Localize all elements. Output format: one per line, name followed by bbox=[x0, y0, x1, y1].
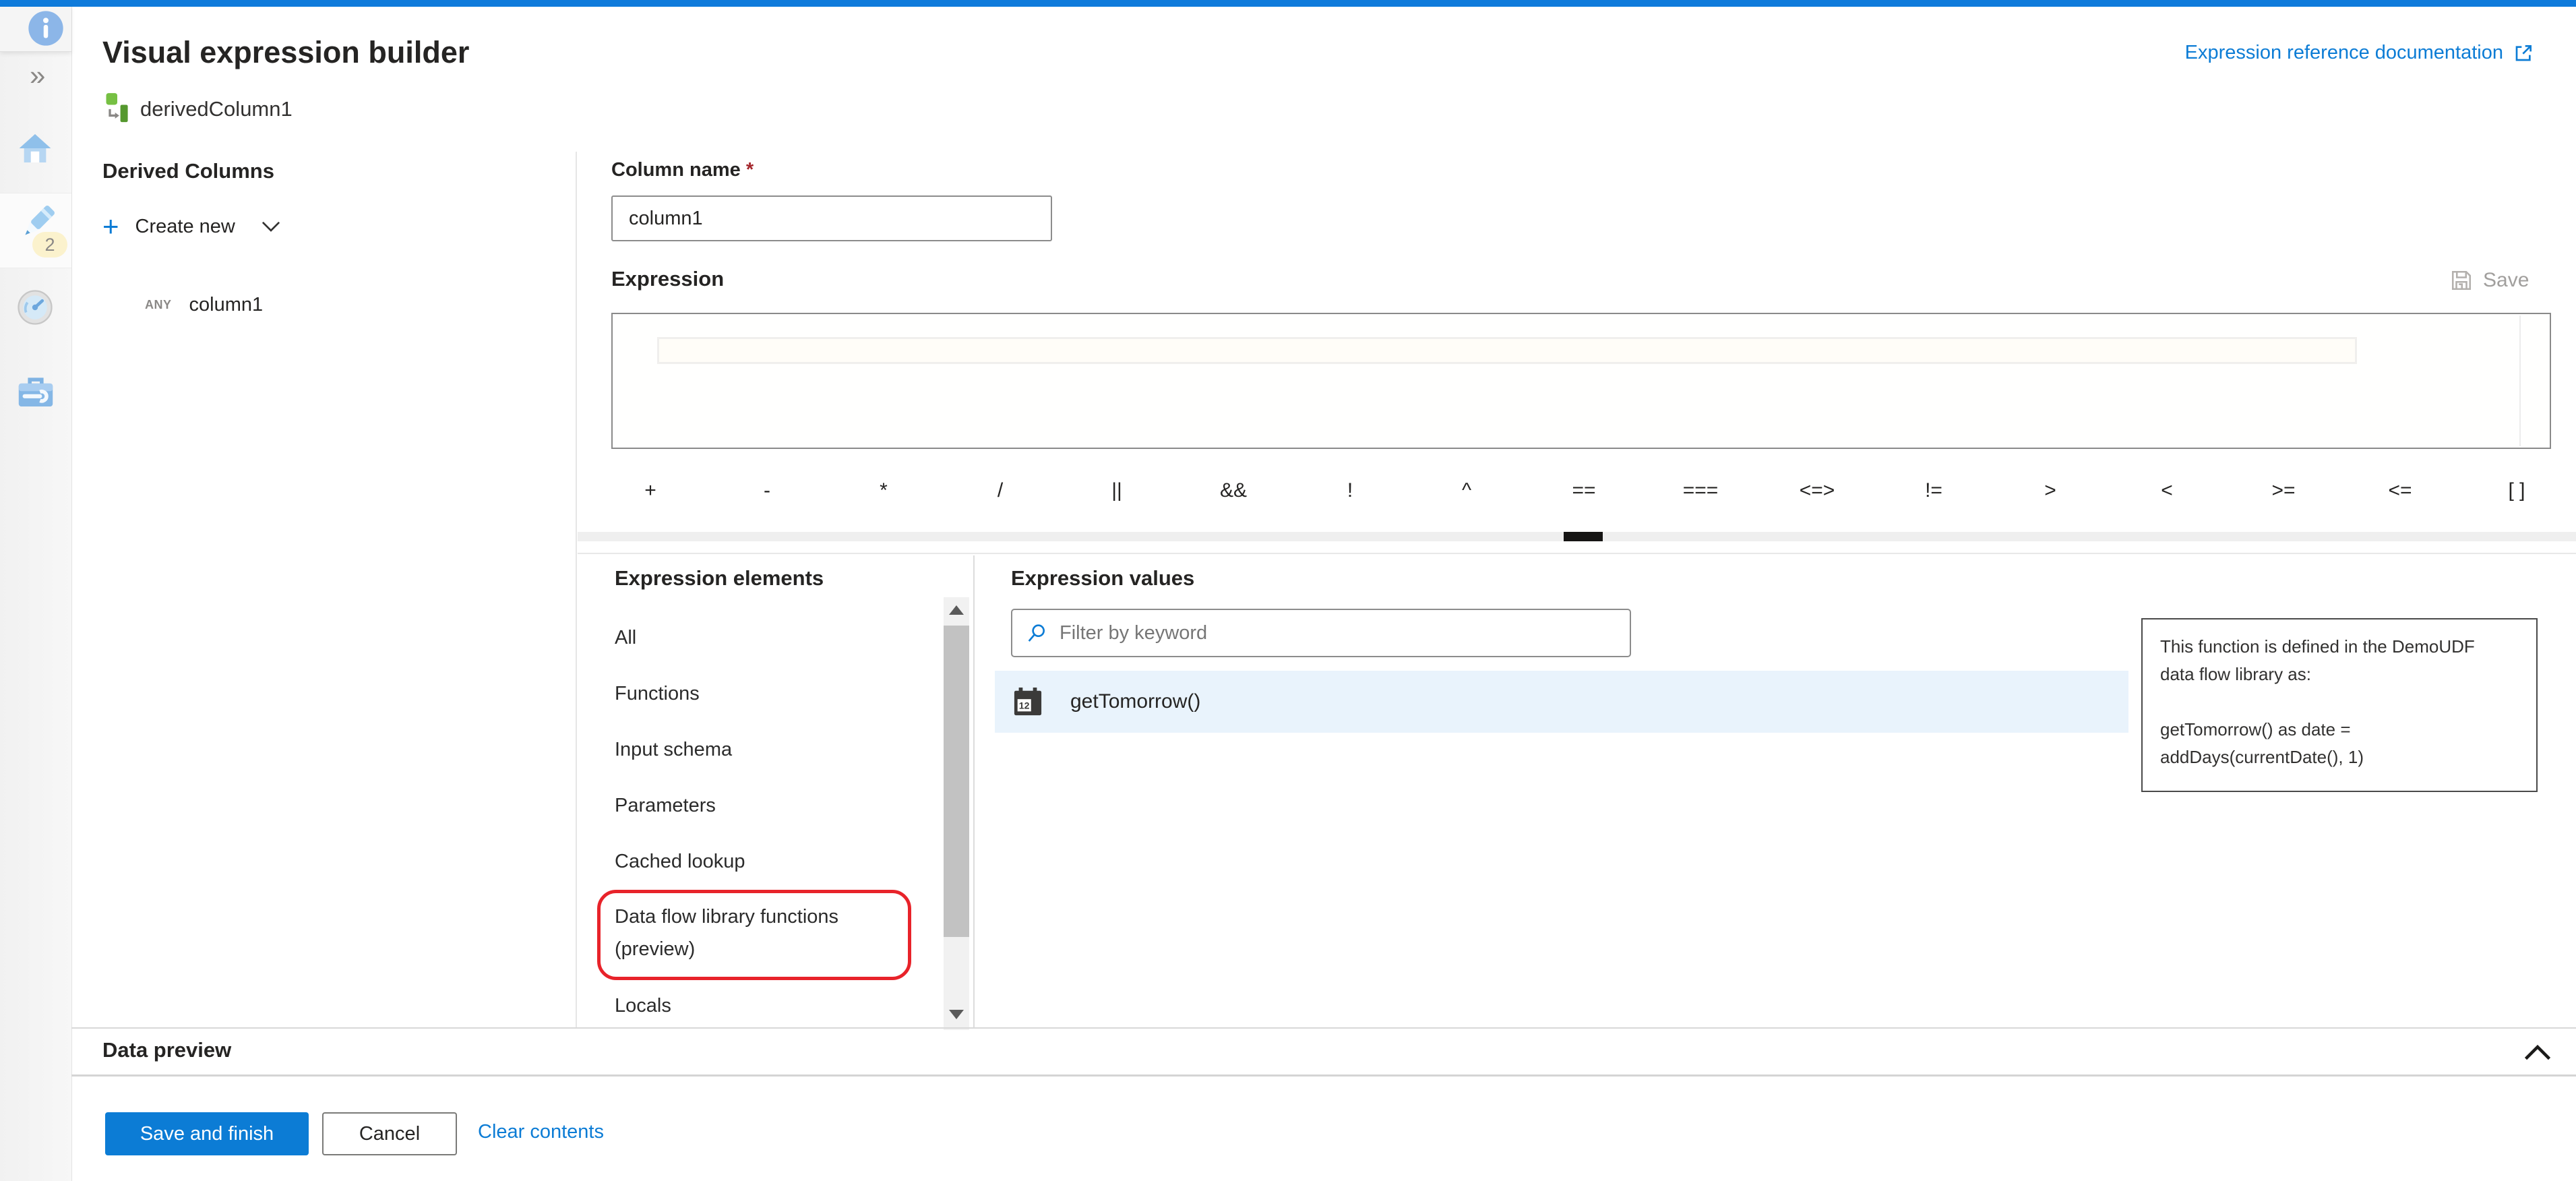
panel-divider bbox=[973, 555, 975, 1028]
scrollbar-down-arrow[interactable] bbox=[949, 1010, 964, 1019]
create-new-label: Create new bbox=[135, 215, 235, 237]
element-item-cached-lookup[interactable]: Cached lookup bbox=[615, 845, 745, 878]
doc-link-label[interactable]: Expression reference documentation bbox=[2185, 42, 2503, 64]
clear-contents-link[interactable]: Clear contents bbox=[478, 1121, 604, 1143]
home-icon[interactable] bbox=[16, 129, 54, 167]
element-item-parameters[interactable]: Parameters bbox=[615, 789, 716, 822]
required-asterisk: * bbox=[745, 159, 754, 181]
red-annotation-circle bbox=[597, 890, 911, 980]
derived-column-list-item[interactable]: ANY column1 bbox=[145, 294, 263, 316]
operator-multiply[interactable]: * bbox=[857, 473, 911, 508]
operator-and[interactable]: && bbox=[1206, 473, 1260, 508]
scrollbar-up-arrow[interactable] bbox=[949, 605, 964, 615]
operator-divide[interactable]: / bbox=[973, 473, 1027, 508]
expression-label: Expression bbox=[611, 267, 725, 291]
author-count-badge: 2 bbox=[32, 232, 67, 258]
top-accent-bar bbox=[0, 0, 2576, 7]
save-expression-button[interactable]: Save bbox=[2449, 268, 2529, 293]
operator-greater[interactable]: > bbox=[2023, 473, 2077, 508]
page-title: Visual expression builder bbox=[102, 35, 470, 69]
operator-less-equal[interactable]: <= bbox=[2373, 473, 2427, 508]
column-name: column1 bbox=[189, 294, 264, 315]
operator-less[interactable]: < bbox=[2140, 473, 2194, 508]
chevron-up-icon[interactable] bbox=[2523, 1043, 2552, 1061]
svg-text:12: 12 bbox=[1019, 700, 1030, 711]
expression-editor[interactable] bbox=[611, 313, 2551, 449]
operator-spaceship[interactable]: <=> bbox=[1790, 473, 1844, 508]
derived-column-transformation-icon bbox=[102, 92, 132, 125]
save-label: Save bbox=[2483, 269, 2529, 291]
operator-greater-equal[interactable]: >= bbox=[2257, 473, 2310, 508]
data-preview-top-border bbox=[71, 1027, 2576, 1029]
function-name: getTomorrow() bbox=[1070, 690, 1201, 713]
operator-not[interactable]: ! bbox=[1323, 473, 1377, 508]
editor-scrollbar-divider bbox=[2519, 315, 2521, 446]
create-new-button[interactable]: + Create new bbox=[102, 210, 281, 242]
monitor-gauge-icon[interactable] bbox=[16, 289, 54, 326]
expression-editor-active-line[interactable] bbox=[657, 337, 2357, 364]
manage-toolbox-icon[interactable] bbox=[15, 371, 57, 410]
filter-input-container bbox=[1011, 609, 1631, 657]
expression-values-heading: Expression values bbox=[1011, 566, 1195, 590]
operator-equals[interactable]: == bbox=[1557, 473, 1611, 508]
operator-brackets[interactable]: [ ] bbox=[2490, 473, 2544, 508]
operator-active-indicator bbox=[1564, 532, 1603, 541]
column-name-input[interactable] bbox=[611, 195, 1052, 241]
operator-or[interactable]: || bbox=[1090, 473, 1144, 508]
operator-strict-equals[interactable]: === bbox=[1674, 473, 1727, 508]
chevron-down-icon bbox=[262, 221, 280, 232]
visual-expression-builder-window: » 2 Visual expression builder derivedCol… bbox=[0, 0, 2576, 1181]
operator-xor[interactable]: ^ bbox=[1440, 473, 1494, 508]
function-list-item-selected[interactable]: 12 getTomorrow() bbox=[995, 671, 2128, 733]
external-link-icon bbox=[2515, 44, 2532, 61]
element-item-functions[interactable]: Functions bbox=[615, 677, 700, 710]
left-panel-divider bbox=[576, 152, 577, 1028]
save-and-finish-button[interactable]: Save and finish bbox=[105, 1112, 309, 1155]
search-icon bbox=[1028, 624, 1045, 642]
element-item-input-schema[interactable]: Input schema bbox=[615, 733, 732, 766]
info-icon[interactable] bbox=[27, 9, 65, 47]
filter-keyword-input[interactable] bbox=[1058, 621, 1616, 645]
expand-rail-icon[interactable]: » bbox=[30, 59, 45, 92]
element-item-locals[interactable]: Locals bbox=[615, 990, 671, 1022]
operator-plus[interactable]: + bbox=[623, 473, 677, 508]
element-item-all[interactable]: All bbox=[615, 622, 636, 654]
data-preview-bottom-border bbox=[71, 1074, 2576, 1077]
column-type-badge: ANY bbox=[145, 298, 172, 311]
operator-minus[interactable]: - bbox=[740, 473, 794, 508]
transformation-name: derivedColumn1 bbox=[140, 97, 293, 121]
column-name-label: Column name * bbox=[611, 159, 754, 181]
save-floppy-icon bbox=[2451, 270, 2472, 291]
cancel-button[interactable]: Cancel bbox=[322, 1112, 457, 1155]
left-nav-rail bbox=[0, 7, 72, 1181]
operator-not-equals[interactable]: != bbox=[1907, 473, 1961, 508]
plus-icon: + bbox=[102, 210, 119, 242]
panels-top-border bbox=[578, 553, 2576, 554]
expression-reference-doc-link[interactable]: Expression reference documentation bbox=[2185, 42, 2534, 64]
data-preview-heading: Data preview bbox=[102, 1038, 232, 1062]
elements-scrollbar-thumb[interactable] bbox=[944, 626, 969, 937]
calendar-icon: 12 bbox=[1014, 687, 1042, 716]
derived-columns-heading: Derived Columns bbox=[102, 159, 274, 183]
expression-elements-heading: Expression elements bbox=[615, 566, 824, 590]
function-definition-tooltip: This function is defined in the DemoUDF … bbox=[2141, 618, 2538, 792]
